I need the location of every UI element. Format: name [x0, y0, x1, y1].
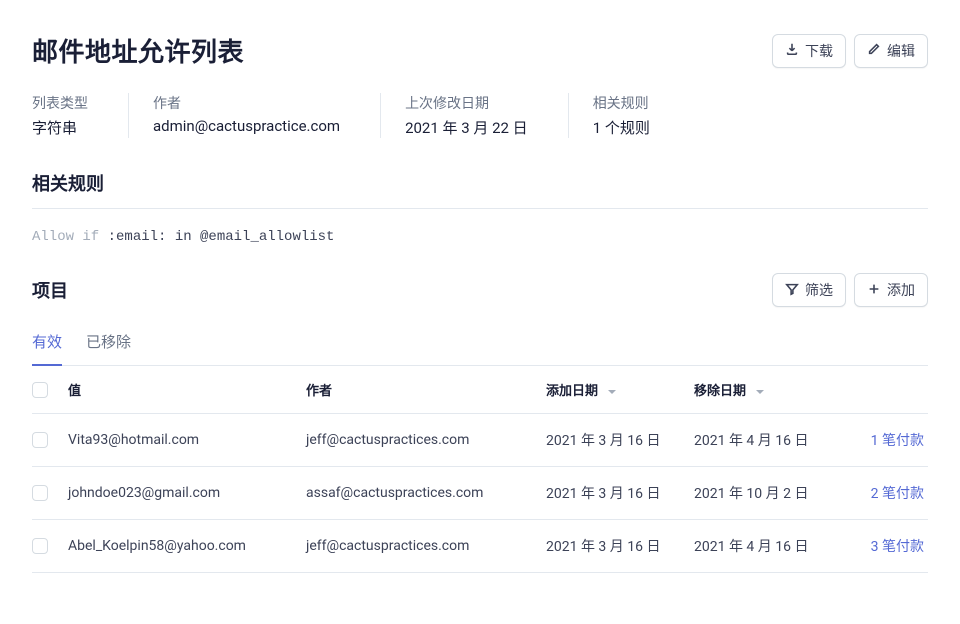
row-checkbox[interactable]: [32, 432, 48, 448]
col-removed-label: 移除日期: [694, 384, 746, 399]
plus-icon: [867, 282, 881, 299]
cell-value: Abel_Koelpin58@yahoo.com: [68, 538, 306, 554]
cell-value: johndoe023@gmail.com: [68, 485, 306, 501]
items-header: 项目 筛选 添加: [32, 273, 928, 307]
header-actions: 下载 编辑: [772, 34, 928, 68]
sort-icon: [607, 384, 617, 399]
edit-button[interactable]: 编辑: [854, 34, 928, 68]
cell-added: 2021 年 3 月 16 日: [546, 483, 694, 503]
edit-label: 编辑: [887, 41, 915, 61]
select-all-cell: [32, 382, 68, 398]
table-header-row: 值 作者 添加日期 移除日期: [32, 366, 928, 414]
row-checkbox-cell: [32, 432, 68, 448]
sort-icon: [755, 384, 765, 399]
meta-label: 上次修改日期: [405, 93, 528, 113]
rules-section-title: 相关规则: [32, 170, 928, 209]
pencil-icon: [867, 42, 881, 59]
add-button[interactable]: 添加: [854, 273, 928, 307]
cell-added: 2021 年 3 月 16 日: [546, 536, 694, 556]
rule-keyword: Allow if: [32, 229, 99, 245]
payments-link[interactable]: 1 笔付款: [871, 433, 924, 449]
meta-label: 列表类型: [32, 93, 88, 113]
cell-payments: 3 笔付款: [844, 536, 924, 556]
meta-label: 作者: [153, 93, 340, 113]
rule-body: :email: in @email_allowlist: [99, 229, 334, 245]
meta-rules: 相关规则 1 个规则: [568, 93, 690, 138]
table-row: Abel_Koelpin58@yahoo.com jeff@cactusprac…: [32, 520, 928, 573]
meta-value: 2021 年 3 月 22 日: [405, 117, 528, 138]
cell-removed: 2021 年 4 月 16 日: [694, 430, 844, 450]
filter-button[interactable]: 筛选: [772, 273, 846, 307]
cell-added: 2021 年 3 月 16 日: [546, 430, 694, 450]
meta-label: 相关规则: [593, 93, 650, 113]
cell-author: jeff@cactuspractices.com: [306, 432, 546, 448]
items-actions: 筛选 添加: [772, 273, 928, 307]
tab-removed[interactable]: 已移除: [86, 323, 131, 366]
table-row: johndoe023@gmail.com assaf@cactuspractic…: [32, 467, 928, 520]
meta-row: 列表类型 字符串 作者 admin@cactuspractice.com 上次修…: [32, 93, 928, 138]
download-label: 下载: [805, 41, 833, 61]
col-header-value[interactable]: 值: [68, 380, 306, 399]
meta-value: 1 个规则: [593, 117, 650, 138]
col-added-label: 添加日期: [546, 384, 598, 399]
table-row: Vita93@hotmail.com jeff@cactuspractices.…: [32, 414, 928, 467]
meta-value: 字符串: [32, 117, 88, 138]
select-all-checkbox[interactable]: [32, 382, 48, 398]
col-header-added[interactable]: 添加日期: [546, 380, 694, 399]
items-table: 值 作者 添加日期 移除日期 Vita93@hotmail.com jeff@c…: [32, 366, 928, 573]
download-button[interactable]: 下载: [772, 34, 846, 68]
cell-payments: 1 笔付款: [844, 430, 924, 450]
cell-removed: 2021 年 10 月 2 日: [694, 483, 844, 503]
row-checkbox[interactable]: [32, 538, 48, 554]
filter-label: 筛选: [805, 280, 833, 300]
rule-expression: Allow if :email: in @email_allowlist: [32, 225, 928, 273]
row-checkbox[interactable]: [32, 485, 48, 501]
cell-payments: 2 笔付款: [844, 483, 924, 503]
meta-modified: 上次修改日期 2021 年 3 月 22 日: [380, 93, 568, 138]
add-label: 添加: [887, 280, 915, 300]
col-header-removed[interactable]: 移除日期: [694, 380, 844, 399]
cell-value: Vita93@hotmail.com: [68, 432, 306, 448]
cell-author: jeff@cactuspractices.com: [306, 538, 546, 554]
cell-author: assaf@cactuspractices.com: [306, 485, 546, 501]
payments-link[interactable]: 2 笔付款: [871, 486, 924, 502]
payments-link[interactable]: 3 笔付款: [871, 539, 924, 555]
items-title: 项目: [32, 277, 68, 303]
cell-removed: 2021 年 4 月 16 日: [694, 536, 844, 556]
tab-active[interactable]: 有效: [32, 323, 62, 366]
col-header-author[interactable]: 作者: [306, 380, 546, 399]
filter-icon: [785, 282, 799, 299]
page-header: 邮件地址允许列表 下载 编辑: [32, 32, 928, 69]
row-checkbox-cell: [32, 538, 68, 554]
row-checkbox-cell: [32, 485, 68, 501]
page-title: 邮件地址允许列表: [32, 32, 244, 69]
tabs: 有效 已移除: [32, 323, 928, 366]
meta-author: 作者 admin@cactuspractice.com: [128, 93, 380, 138]
meta-list-type: 列表类型 字符串: [32, 93, 128, 138]
meta-value: admin@cactuspractice.com: [153, 117, 340, 135]
download-icon: [785, 42, 799, 59]
